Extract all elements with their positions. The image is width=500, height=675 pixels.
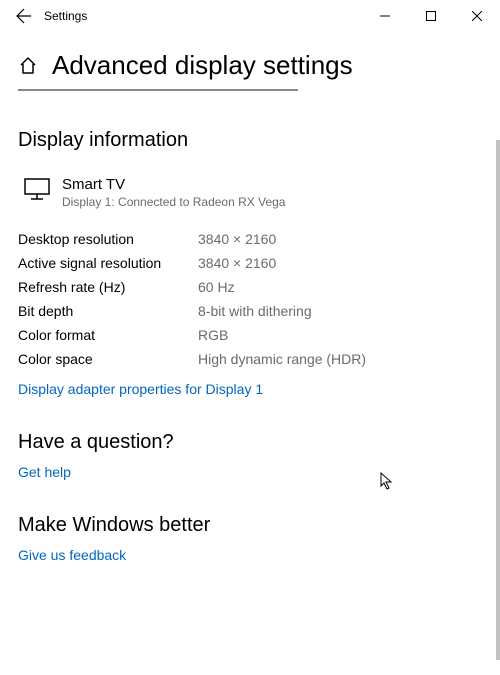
content: Display information Smart TV Display 1: …: [0, 91, 500, 563]
value-bit-depth: 8-bit with dithering: [198, 303, 312, 319]
device-name: Smart TV: [62, 176, 285, 193]
label-desktop-resolution: Desktop resolution: [18, 231, 198, 247]
device-text: Smart TV Display 1: Connected to Radeon …: [62, 176, 285, 209]
device-subtitle: Display 1: Connected to Radeon RX Vega: [62, 195, 285, 209]
arrow-left-icon: [16, 8, 32, 24]
row-color-space: Color space High dynamic range (HDR): [18, 347, 482, 371]
label-refresh-rate: Refresh rate (Hz): [18, 279, 198, 295]
section-display-info: Display information: [18, 129, 482, 152]
row-desktop-resolution: Desktop resolution 3840 × 2160: [18, 227, 482, 251]
page-title: Advanced display settings: [52, 50, 353, 81]
display-device: Smart TV Display 1: Connected to Radeon …: [18, 176, 482, 209]
value-refresh-rate: 60 Hz: [198, 279, 235, 295]
label-bit-depth: Bit depth: [18, 303, 198, 319]
get-help-link[interactable]: Get help: [18, 464, 71, 480]
label-color-space: Color space: [18, 351, 198, 367]
adapter-properties-link[interactable]: Display adapter properties for Display 1: [18, 381, 263, 397]
label-active-signal: Active signal resolution: [18, 255, 198, 271]
close-icon: [472, 11, 482, 21]
row-color-format: Color format RGB: [18, 323, 482, 347]
row-bit-depth: Bit depth 8-bit with dithering: [18, 299, 482, 323]
scrollbar[interactable]: [496, 140, 500, 660]
maximize-button[interactable]: [408, 0, 454, 32]
value-color-space: High dynamic range (HDR): [198, 351, 366, 367]
minimize-button[interactable]: [362, 0, 408, 32]
minimize-icon: [380, 11, 390, 21]
page-header: Advanced display settings: [0, 32, 500, 89]
section-question: Have a question?: [18, 431, 482, 454]
row-refresh-rate: Refresh rate (Hz) 60 Hz: [18, 275, 482, 299]
section-feedback: Make Windows better: [18, 514, 482, 537]
value-desktop-resolution: 3840 × 2160: [198, 231, 276, 247]
close-button[interactable]: [454, 0, 500, 32]
maximize-icon: [426, 11, 436, 21]
home-icon: [18, 56, 38, 76]
back-button[interactable]: [8, 8, 40, 24]
value-active-signal: 3840 × 2160: [198, 255, 276, 271]
window-controls: [362, 0, 500, 32]
window-title: Settings: [44, 9, 87, 23]
titlebar: Settings: [0, 0, 500, 32]
home-button[interactable]: [18, 56, 38, 76]
row-active-signal: Active signal resolution 3840 × 2160: [18, 251, 482, 275]
value-color-format: RGB: [198, 327, 228, 343]
monitor-icon: [24, 178, 50, 203]
label-color-format: Color format: [18, 327, 198, 343]
feedback-link[interactable]: Give us feedback: [18, 547, 126, 563]
